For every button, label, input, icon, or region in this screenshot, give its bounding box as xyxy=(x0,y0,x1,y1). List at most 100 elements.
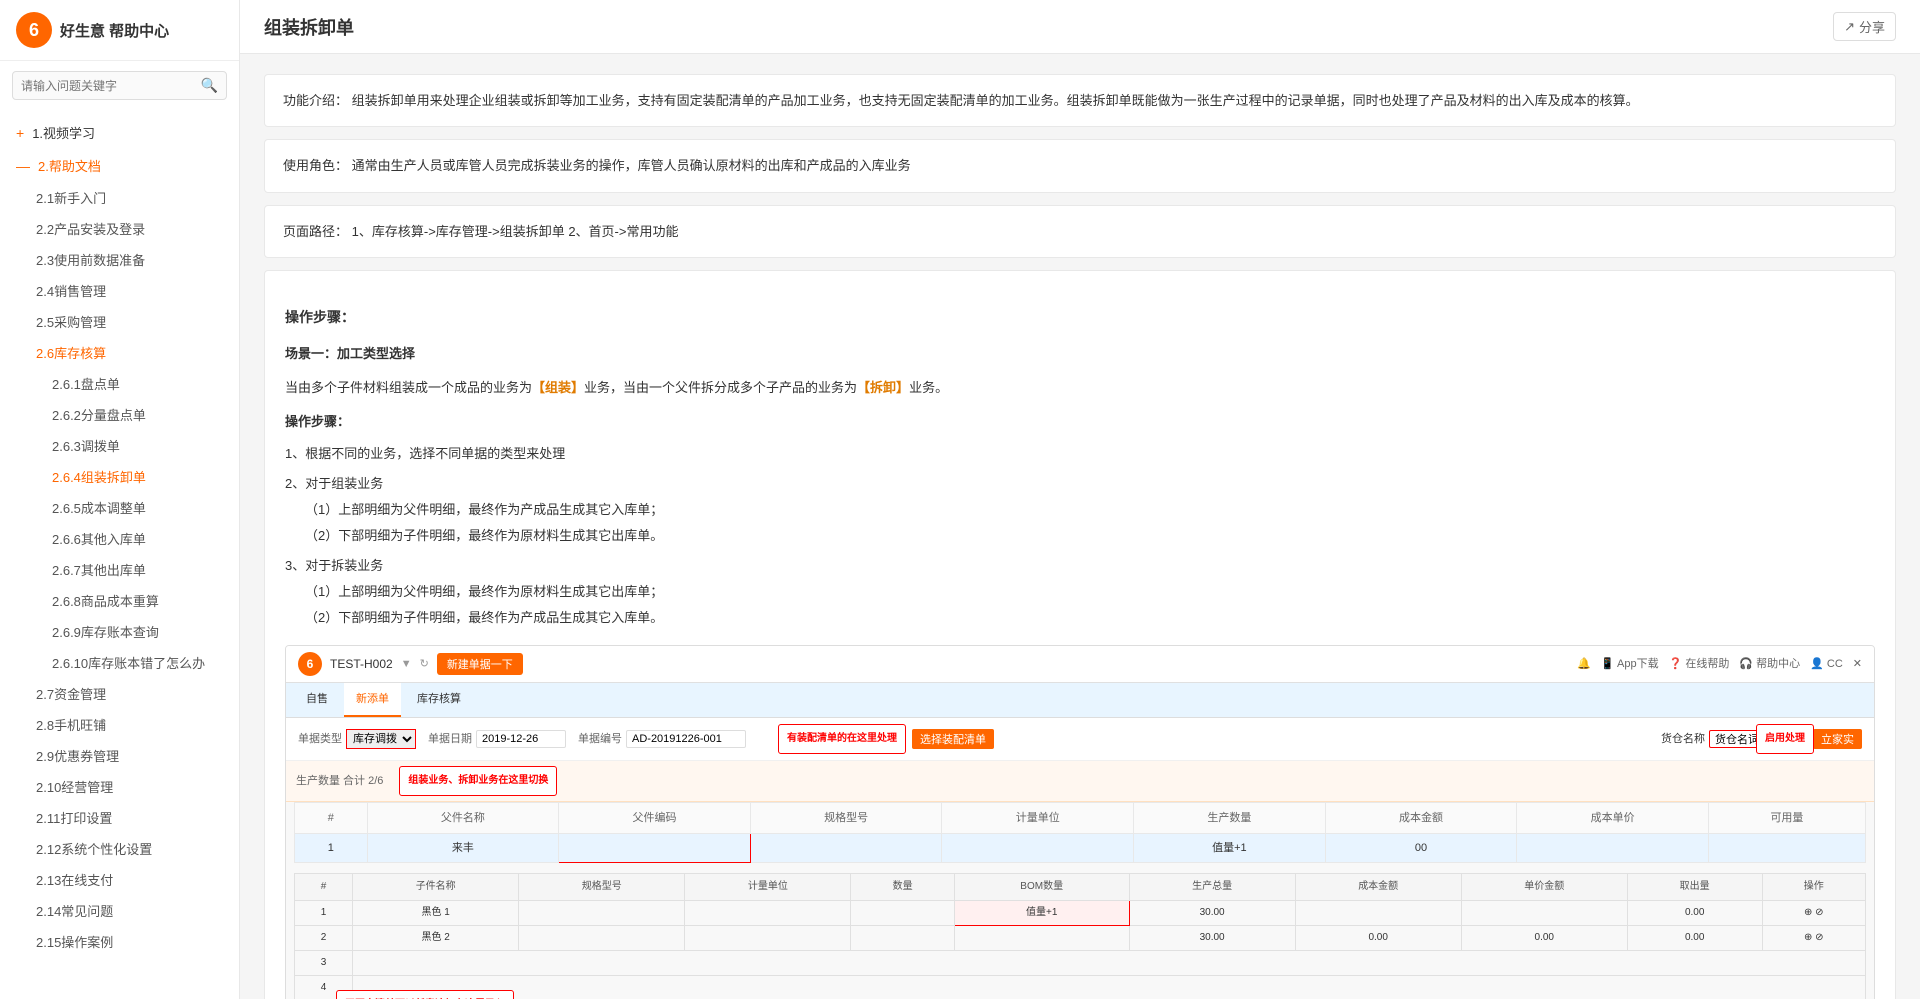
annotation1-label: 有装配清单的在这里处理 xyxy=(778,724,906,754)
search-icon[interactable]: 🔍 xyxy=(201,77,218,94)
collapse-icon: — xyxy=(16,158,30,174)
col-spec: 规格型号 xyxy=(750,803,942,834)
cell-parent-code[interactable] xyxy=(559,834,751,863)
type-select[interactable]: 库存调拨 组装 拆卸 xyxy=(346,729,416,749)
sidebar-item-stock-check[interactable]: 2.6.9库存账本查询 xyxy=(0,616,239,647)
screenshot-new-btn[interactable]: 新建单据一下 xyxy=(437,653,523,675)
share-button[interactable]: ↗ 分享 xyxy=(1833,12,1896,41)
col-parent-code: 父件编码 xyxy=(559,803,751,834)
table-row: 1 黑色 1 值量+1 30.00 xyxy=(295,901,1866,926)
search-input[interactable] xyxy=(21,79,201,93)
sidebar-item-data-prep[interactable]: 2.3使用前数据准备 xyxy=(0,244,239,275)
date-input[interactable] xyxy=(476,730,566,748)
screenshot-action-bar: 生产数量 合计 2/6 组装业务、拆卸业务在这里切换 启用处理 xyxy=(286,761,1874,802)
table-row: 1 来丰 值量+1 00 xyxy=(295,834,1866,863)
sidebar-header: 6 好生意 帮助中心 xyxy=(0,0,239,61)
sidebar-item-coupon[interactable]: 2.9优惠券管理 xyxy=(0,740,239,771)
annotation3-label: 启用处理 xyxy=(1756,724,1814,754)
sidebar-item-cases[interactable]: 2.15操作案例 xyxy=(0,926,239,957)
table-row: 2 黑色 2 30.00 0.00 0.00 xyxy=(295,926,1866,951)
screenshot-select-btn[interactable]: 选择装配清单 xyxy=(912,729,994,749)
sidebar-item-inventory[interactable]: 2.6库存核算 xyxy=(0,337,239,368)
col2-name: 子件名称 xyxy=(353,874,519,901)
sidebar-item-docs[interactable]: — 2.帮助文档 xyxy=(0,149,239,182)
sidebar-item-other-in[interactable]: 2.6.6其他入库单 xyxy=(0,523,239,554)
sidebar-item-cost-adj[interactable]: 2.6.5成本调整单 xyxy=(0,492,239,523)
sidebar-item-purchase[interactable]: 2.5采购管理 xyxy=(0,306,239,337)
close-icon: ✕ xyxy=(1853,653,1862,675)
step3-sub2: （2）下部明细为子件明细，最终作为产成品生成其它入库单。 xyxy=(285,605,1875,631)
main-content: 组装拆卸单 ↗ 分享 功能介绍： 组装拆卸单用来处理企业组装或拆卸等加工业务，支… xyxy=(240,0,1920,999)
confirm-btn[interactable]: 立家实 xyxy=(1813,729,1862,749)
screenshot-form-area: 单据类型 库存调拨 组装 拆卸 单据日期 xyxy=(286,718,1874,999)
screenshot-form-row: 单据类型 库存调拨 组装 拆卸 单据日期 xyxy=(286,718,1874,761)
table-row: 4 xyxy=(295,976,1866,999)
sidebar-item-personalize[interactable]: 2.12系统个性化设置 xyxy=(0,833,239,864)
col2-unit: 计量单位 xyxy=(685,874,851,901)
nav-tree: + 1.视频学习 — 2.帮助文档 2.1新手入门 2.2产品安装及登录 2.3… xyxy=(0,110,239,963)
screenshot-tabs: 自售 新添单 库存核算 xyxy=(286,683,1874,718)
screenshot-table1: # 父件名称 父件编码 规格型号 计量单位 生产数量 成本金额 成本单价 可用量 xyxy=(294,802,1866,863)
page-header: 组装拆卸单 ↗ 分享 xyxy=(240,0,1920,54)
step1: 1、根据不同的业务，选择不同单据的类型来处理 xyxy=(285,441,1875,467)
help-icon: ❓ 在线帮助 xyxy=(1669,653,1730,675)
intro-block: 功能介绍： 组装拆卸单用来处理企业组装或拆卸等加工业务，支持有固定装配清单的产品… xyxy=(264,74,1896,127)
path-text: 1、库存核算->库存管理->组装拆卸单 2、首页->常用功能 xyxy=(352,224,679,239)
step2-sub1: （1）上部明细为父件明细，最终作为产成品生成其它入库单； xyxy=(285,497,1875,523)
col2-num: # xyxy=(295,874,353,901)
page-title: 组装拆卸单 xyxy=(264,14,354,40)
table-row: 3 xyxy=(295,951,1866,976)
cell-parent-name: 来丰 xyxy=(367,834,559,863)
scene1-desc: 当由多个子件材料组装成一个成品的业务为【组装】业务，当由一个父件拆分成多个子产品… xyxy=(285,375,1875,401)
number-input[interactable] xyxy=(626,730,746,748)
annotation1-group: 有装配清单的在这里处理 选择装配清单 xyxy=(778,724,994,754)
sidebar-item-stocktake[interactable]: 2.6.1盘点单 xyxy=(0,368,239,399)
sidebar-item-goods-cost[interactable]: 2.6.8商品成本重算 xyxy=(0,585,239,616)
step2-sub2: （2）下部明细为子件明细，最终作为原材料生成其它出库单。 xyxy=(285,523,1875,549)
sidebar-item-account-err[interactable]: 2.6.10库存账本错了怎么办 xyxy=(0,647,239,678)
annotation4-label: 无固定清单可以任意追加在这里录入 xyxy=(336,990,514,999)
role-text: 通常由生产人员或库管人员完成拆装业务的操作，库管人员确认原材料的出库和产成品的入… xyxy=(352,158,911,173)
sidebar-item-partial-stocktake[interactable]: 2.6.2分量盘点单 xyxy=(0,399,239,430)
search-box[interactable]: 🔍 xyxy=(12,71,227,100)
screenshot-tab-zishou[interactable]: 自售 xyxy=(294,683,340,717)
screenshot-app-bar: 6 TEST-H002 ▼ ↻ 新建单据一下 🔔 📱 App下载 ❓ 在线帮助 … xyxy=(286,646,1874,683)
number-field: 单据编号 xyxy=(578,728,746,750)
app-title: 好生意 帮助中心 xyxy=(60,20,169,41)
sidebar-item-adj-order[interactable]: 2.6.3调拨单 xyxy=(0,430,239,461)
app-store-icon: 📱 App下载 xyxy=(1601,653,1659,675)
sidebar-item-videos[interactable]: + 1.视频学习 xyxy=(0,116,239,149)
annotation4-group: 无固定清单可以任意追加在这里录入 xyxy=(336,990,514,999)
role-block: 使用角色： 通常由生产人员或库管人员完成拆装业务的操作，库管人员确认原材料的出库… xyxy=(264,139,1896,192)
cell-unit xyxy=(942,834,1134,863)
sidebar-item-newbie[interactable]: 2.1新手入门 xyxy=(0,182,239,213)
number-label: 单据编号 xyxy=(578,728,622,750)
sidebar-item-ops[interactable]: 2.10经营管理 xyxy=(0,771,239,802)
sidebar-item-fund[interactable]: 2.7资金管理 xyxy=(0,678,239,709)
path-block: 页面路径： 1、库存核算->库存管理->组装拆卸单 2、首页->常用功能 xyxy=(264,205,1896,258)
sidebar-item-mobile[interactable]: 2.8手机旺铺 xyxy=(0,709,239,740)
sidebar-item-faq[interactable]: 2.14常见问题 xyxy=(0,895,239,926)
sidebar-item-assembly[interactable]: 2.6.4组装拆卸单 xyxy=(0,461,239,492)
col2-taken: 取出量 xyxy=(1627,874,1762,901)
user-icon: 👤 CC xyxy=(1810,653,1843,675)
scene1-title: 场景一：加工类型选择 xyxy=(285,346,415,361)
col2-bom: BOM数量 xyxy=(954,874,1129,901)
screenshot-logo: 6 xyxy=(298,652,322,676)
step3: 3、对于拆装业务 xyxy=(285,553,1875,579)
col2-total-qty: 生产总量 xyxy=(1129,874,1295,901)
type-label: 单据类型 xyxy=(298,728,342,750)
sidebar-item-other-out[interactable]: 2.6.7其他出库单 xyxy=(0,554,239,585)
sidebar-item-install[interactable]: 2.2产品安装及登录 xyxy=(0,213,239,244)
sidebar-item-print[interactable]: 2.11打印设置 xyxy=(0,802,239,833)
sidebar-item-online-pay[interactable]: 2.13在线支付 xyxy=(0,864,239,895)
qty-total-label: 生产数量 合计 2/6 xyxy=(296,770,383,792)
sidebar-item-sales[interactable]: 2.4销售管理 xyxy=(0,275,239,306)
dropdown-icon: ▼ xyxy=(401,653,412,675)
screenshot-tab-main[interactable]: 新添单 xyxy=(344,683,401,717)
annotation3-group: 启用处理 xyxy=(1756,724,1814,754)
screenshot-app-id: TEST-H002 xyxy=(330,652,393,676)
col-cost: 成本金额 xyxy=(1325,803,1517,834)
sidebar: 6 好生意 帮助中心 🔍 + 1.视频学习 — 2.帮助文档 2.1新手入门 2… xyxy=(0,0,240,999)
screenshot-tab-inventory[interactable]: 库存核算 xyxy=(405,683,473,717)
